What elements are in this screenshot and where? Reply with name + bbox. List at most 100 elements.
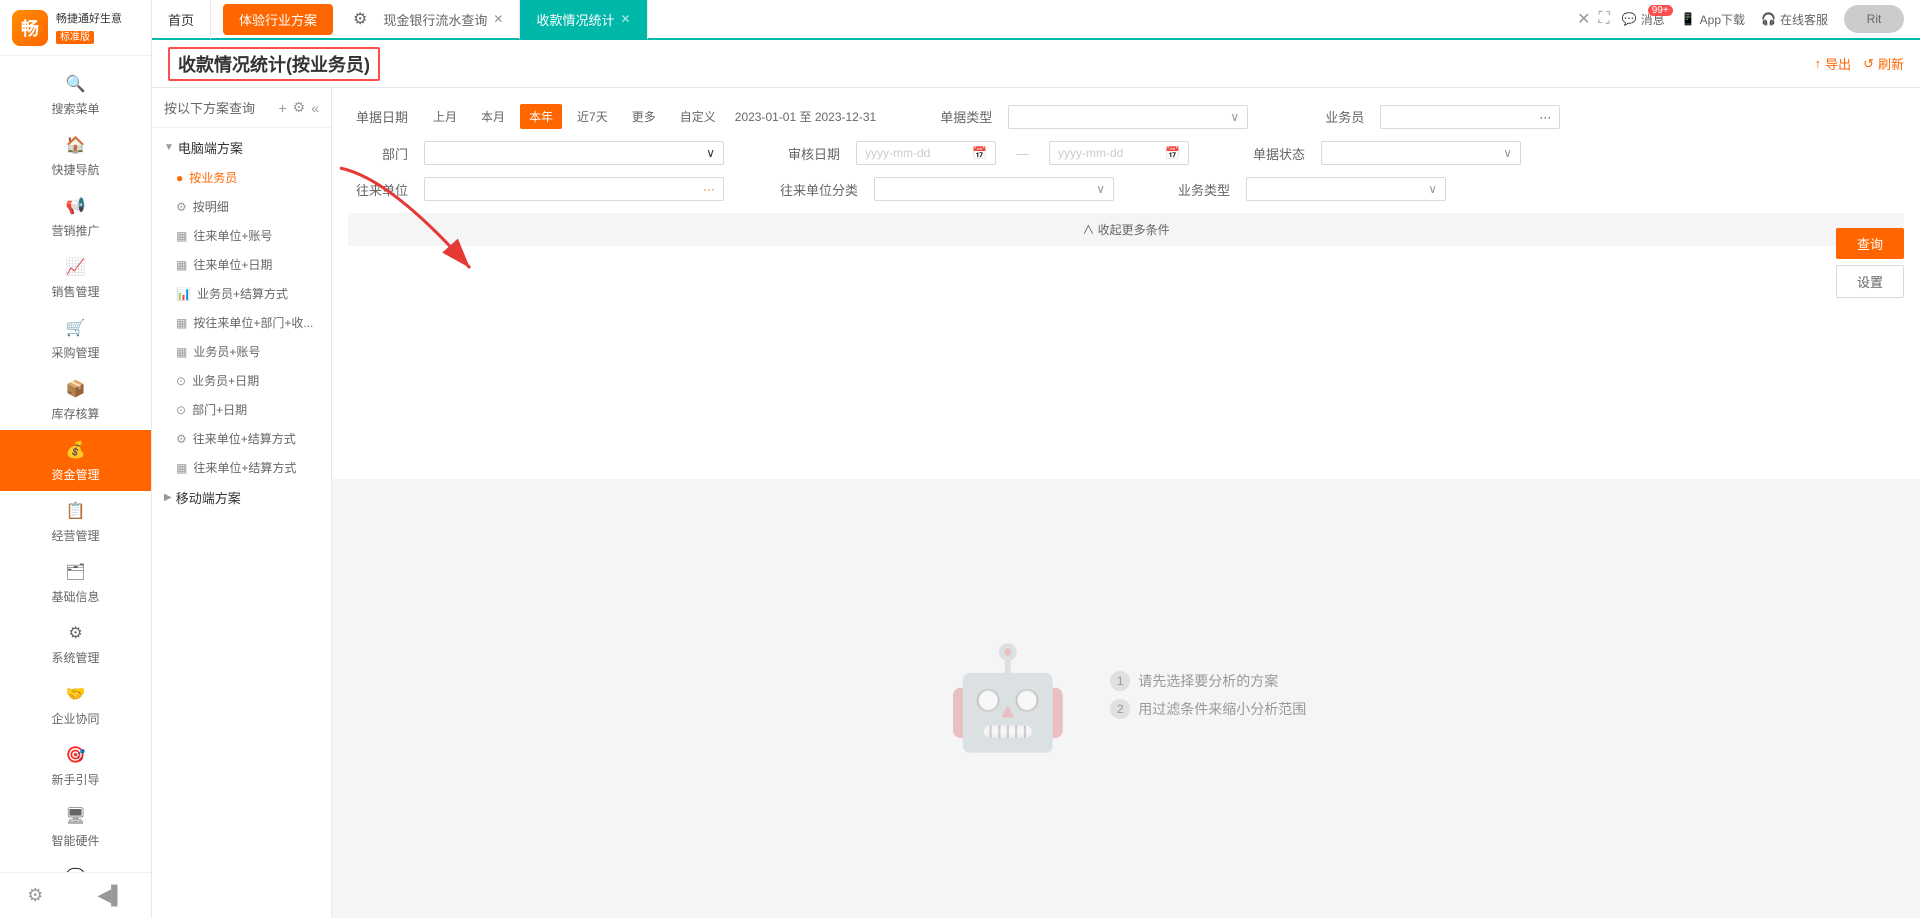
system-icon: ⚙ xyxy=(64,621,88,645)
scheme-item-partner-settlement2[interactable]: ▦ 往来单位+结算方式 xyxy=(152,453,331,482)
sidebar-item-label: 营销推广 xyxy=(51,222,99,239)
collapse-sidebar-btn[interactable]: ◀▌ xyxy=(97,885,124,906)
audit-date-end[interactable]: yyyy-mm-dd 📅 xyxy=(1049,141,1189,165)
user-avatar[interactable]: Rit xyxy=(1844,5,1904,33)
tab-bank-flow[interactable]: 现金银行流水查询 ✕ xyxy=(367,0,520,39)
scheme-item-salesperson-account[interactable]: ▦ 业务员+账号 xyxy=(152,337,331,366)
filter-main-area: 单据日期 上月 本月 本年 近7天 更多 自定义 2023-01-01 至 20… xyxy=(332,88,1920,918)
sidebar-item-marketing[interactable]: 📢 营销推广 xyxy=(0,186,151,247)
try-industry-btn[interactable]: 体验行业方案 xyxy=(223,4,333,35)
tab-close-all-btn[interactable]: ✕ xyxy=(1577,9,1590,29)
date-btn-this-month[interactable]: 本月 xyxy=(472,104,514,129)
calendar-icon: 📅 xyxy=(972,146,987,160)
sidebar-item-operations[interactable]: 📋 经营管理 xyxy=(0,491,151,552)
sidebar-item-inventory[interactable]: 📦 库存核算 xyxy=(0,369,151,430)
dept-select[interactable]: ∨ xyxy=(424,141,724,165)
sidebar-item-purchase[interactable]: 🛒 采购管理 xyxy=(0,308,151,369)
date-btn-7days[interactable]: 近7天 xyxy=(568,104,617,129)
pc-group-label: 电脑端方案 xyxy=(178,138,243,157)
tab-bank-flow-close[interactable]: ✕ xyxy=(493,12,503,26)
partner-select[interactable]: ··· xyxy=(424,177,724,201)
date-btn-this-year[interactable]: 本年 xyxy=(520,104,562,129)
sidebar-item-basic-info[interactable]: 🗂 基础信息 xyxy=(0,552,151,613)
scheme-item-by-detail[interactable]: ⚙ 按明细 xyxy=(152,192,331,221)
column-setting-btn[interactable]: 设置 xyxy=(1836,265,1904,298)
audit-date-start[interactable]: yyyy-mm-dd 📅 xyxy=(856,141,996,165)
scheme-item-partner-settlement1[interactable]: ⚙ 往来单位+结算方式 xyxy=(152,424,331,453)
sidebar-item-sales[interactable]: 📈 销售管理 xyxy=(0,247,151,308)
doc-type-select[interactable]: ∨ xyxy=(1008,105,1248,129)
sidebar-item-wechat[interactable]: 💬 企业微信 xyxy=(0,857,151,872)
app-download-label: App下载 xyxy=(1700,11,1745,28)
dept-date-icon: ⊙ xyxy=(176,403,186,417)
doc-status-select[interactable]: ∨ xyxy=(1321,141,1521,165)
scheme-item-salesperson-date[interactable]: ⊙ 业务员+日期 xyxy=(152,366,331,395)
settings-gear-icon[interactable]: ⚙ xyxy=(353,9,367,29)
scheme-collapse-btn[interactable]: « xyxy=(311,100,319,116)
sidebar-item-system[interactable]: ⚙ 系统管理 xyxy=(0,613,151,674)
scheme-item-partner-dept[interactable]: ▦ 按往来单位+部门+收... xyxy=(152,308,331,337)
date-btn-more[interactable]: 更多 xyxy=(623,104,665,129)
export-btn[interactable]: ↑ 导出 xyxy=(1815,54,1852,73)
partner-category-select[interactable]: ∨ xyxy=(874,177,1114,201)
query-btn[interactable]: 查询 xyxy=(1836,228,1904,259)
tab-home[interactable]: 首页 xyxy=(152,0,211,39)
scheme-item-partner-date[interactable]: ▦ 往来单位+日期 xyxy=(152,250,331,279)
sidebar-item-quick-nav[interactable]: 🏠 快捷导航 xyxy=(0,125,151,186)
sidebar-item-label: 搜索菜单 xyxy=(51,100,99,117)
date-btn-last-month[interactable]: 上月 xyxy=(424,104,466,129)
headset-icon: 🎧 xyxy=(1761,12,1776,26)
app-download-btn[interactable]: 📱 App下载 xyxy=(1681,11,1745,28)
scheme-group-mobile[interactable]: ▶ 移动端方案 xyxy=(152,482,331,513)
guide-icon: 🎯 xyxy=(64,743,88,767)
scheme-setting-btn[interactable]: ⚙ xyxy=(293,99,306,116)
collapse-more-btn[interactable]: ∧ 收起更多条件 xyxy=(348,213,1904,246)
partner-account-icon: ▦ xyxy=(176,229,187,243)
online-service-btn[interactable]: 🎧 在线客服 xyxy=(1761,11,1828,28)
partner-category-label: 往来单位分类 xyxy=(780,180,858,199)
tab-receipt-stats[interactable]: 收款情况统计 ✕ xyxy=(520,0,647,39)
audit-date-label: 审核日期 xyxy=(780,144,840,163)
detail-icon: ⚙ xyxy=(176,200,187,214)
marketing-icon: 📢 xyxy=(64,194,88,218)
tab-receipt-stats-close[interactable]: ✕ xyxy=(620,12,630,26)
page-title-actions: ↑ 导出 ↺ 刷新 xyxy=(1815,54,1904,73)
filter-actions: 查询 设置 xyxy=(1836,228,1904,298)
date-label: 单据日期 xyxy=(348,107,408,126)
scheme-list: ▼ 电脑端方案 ● 按业务员 ⚙ 按明细 ▦ 往来单位+账号 ▦ 往来单位+ xyxy=(152,128,331,918)
partner-settlement1-icon: ⚙ xyxy=(176,432,187,446)
settings-footer-btn[interactable]: ⚙ xyxy=(27,885,43,906)
partner-more-btn[interactable]: ··· xyxy=(703,182,715,196)
scheme-item-dept-date[interactable]: ⊙ 部门+日期 xyxy=(152,395,331,424)
message-btn[interactable]: 💬 消息 99+ xyxy=(1622,11,1665,28)
sidebar-item-label: 库存核算 xyxy=(51,405,99,422)
doc-status-label: 单据状态 xyxy=(1245,144,1305,163)
message-badge: 99+ xyxy=(1648,5,1673,16)
dept-chevron-icon: ∨ xyxy=(706,146,715,160)
sidebar-item-guide[interactable]: 🎯 新手引导 xyxy=(0,735,151,796)
scheme-item-partner-account[interactable]: ▦ 往来单位+账号 xyxy=(152,221,331,250)
biz-type-select[interactable]: ∨ xyxy=(1246,177,1446,201)
sidebar-item-enterprise[interactable]: 🤝 企业协同 xyxy=(0,674,151,735)
scheme-add-btn[interactable]: + xyxy=(278,100,286,116)
partner-category-chevron-icon: ∨ xyxy=(1096,182,1105,196)
sidebar-item-finance[interactable]: 💰 资金管理 xyxy=(0,430,151,491)
logo-badge: 标准版 xyxy=(56,31,94,44)
sidebar-item-smart-hw[interactable]: 🖥 智能硬件 xyxy=(0,796,151,857)
salesperson-select[interactable]: ··· xyxy=(1380,105,1560,129)
scheme-item-by-salesperson[interactable]: ● 按业务员 xyxy=(152,163,331,192)
doc-status-chevron-icon: ∨ xyxy=(1503,146,1512,160)
partner-label: 往来单位 xyxy=(348,180,408,199)
tab-fullscreen-btn[interactable]: ⛶ xyxy=(1599,10,1610,28)
refresh-btn[interactable]: ↺ 刷新 xyxy=(1863,54,1904,73)
finance-icon: 💰 xyxy=(64,438,88,462)
scheme-group-pc[interactable]: ▼ 电脑端方案 xyxy=(152,132,331,163)
sidebar-item-search-menu[interactable]: 🔍 搜索菜单 xyxy=(0,64,151,125)
salesperson-icon: ● xyxy=(176,171,183,185)
date-btn-custom[interactable]: 自定义 xyxy=(671,104,725,129)
date-range-separator: — xyxy=(1012,146,1033,161)
scheme-panel-title: 按以下方案查询 xyxy=(164,98,255,117)
sidebar-item-label: 经营管理 xyxy=(51,527,99,544)
empty-tips: 1 请先选择要分析的方案 2 用过滤条件来缩小分析范围 xyxy=(1110,671,1306,727)
scheme-item-salesperson-settlement[interactable]: 📊 业务员+结算方式 xyxy=(152,279,331,308)
